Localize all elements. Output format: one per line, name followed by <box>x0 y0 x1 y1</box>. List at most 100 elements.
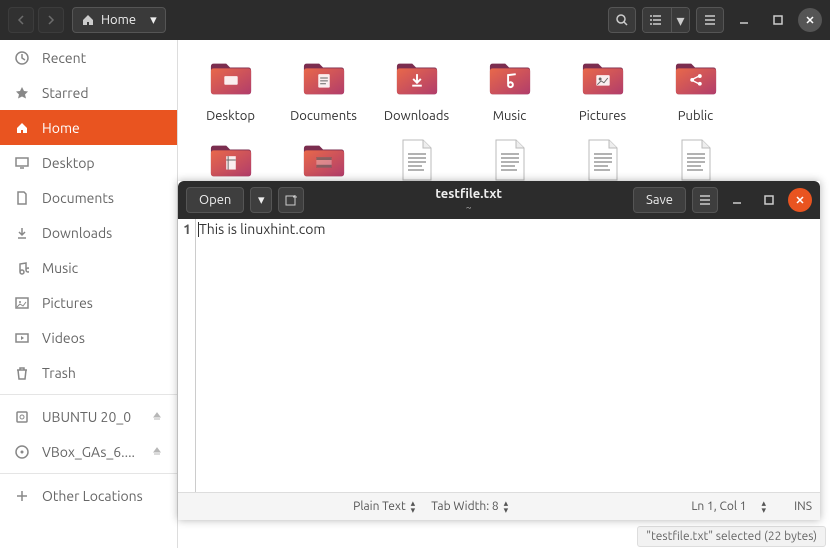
disc-icon <box>14 444 30 460</box>
sidebar-item-label: Home <box>42 120 80 136</box>
sidebar-item-label: Starred <box>42 85 89 101</box>
home-icon <box>81 13 95 27</box>
folder-icon <box>207 136 255 184</box>
new-tab-button[interactable] <box>278 187 304 213</box>
plus-icon <box>14 488 30 504</box>
folder-icon <box>393 54 441 102</box>
minimize-button[interactable] <box>730 7 758 33</box>
sidebar: Recent Starred Home Desktop Documents Downloa… <box>0 40 178 548</box>
chevron-down-icon: ▾ <box>150 13 157 28</box>
sidebar-drive[interactable]: UBUNTU 20_0 <box>0 399 177 434</box>
folder-icon <box>579 54 627 102</box>
sidebar-item-pictures[interactable]: Pictures <box>0 285 177 320</box>
sidebar-item-label: Music <box>42 260 78 276</box>
editor-textarea[interactable]: This is linuxhint.com <box>196 219 820 492</box>
desktop-icon <box>14 155 30 171</box>
language-selector[interactable]: Plain Text▴▾ <box>353 500 415 514</box>
editor-close-button[interactable] <box>788 188 812 212</box>
pic-icon <box>14 295 30 311</box>
cursor-position: Ln 1, Col 1▴▾ <box>691 500 766 514</box>
sidebar-item-label: VBox_GAs_6.... <box>42 444 135 460</box>
file-item[interactable]: Public <box>649 50 742 128</box>
location-bar[interactable]: Home ▾ <box>72 7 166 33</box>
file-item[interactable]: Music <box>463 50 556 128</box>
home-icon <box>14 120 30 136</box>
editor-maximize-button[interactable] <box>756 187 782 213</box>
txt-icon <box>672 136 720 184</box>
txt-icon <box>579 136 627 184</box>
statusbar: "testfile.txt" selected (22 bytes) <box>637 526 826 547</box>
sidebar-item-label: Pictures <box>42 295 93 311</box>
sidebar-item-videos[interactable]: Videos <box>0 320 177 355</box>
folder-icon <box>486 54 534 102</box>
save-button[interactable]: Save <box>633 187 686 213</box>
file-manager-titlebar: Home ▾ ▾ <box>0 0 830 40</box>
file-item[interactable]: Desktop <box>184 50 277 128</box>
file-item[interactable]: Documents <box>277 50 370 128</box>
sidebar-item-documents[interactable]: Documents <box>0 180 177 215</box>
file-label: Desktop <box>202 108 259 124</box>
view-mode-group: ▾ <box>642 7 690 33</box>
close-button[interactable] <box>798 8 822 32</box>
download-icon <box>14 225 30 241</box>
editor-titlebar: Open ▾ testfile.txt ~ Save <box>178 181 820 219</box>
editor-minimize-button[interactable] <box>724 187 750 213</box>
list-view-button[interactable] <box>643 8 671 32</box>
editor-statusbar: Plain Text▴▾ Tab Width: 8▴▾ Ln 1, Col 1▴… <box>178 492 820 520</box>
editor-title: testfile.txt ~ <box>310 187 627 212</box>
sidebar-item-label: Documents <box>42 190 114 206</box>
hamburger-menu-button[interactable] <box>696 7 724 33</box>
file-label: Pictures <box>575 108 630 124</box>
sidebar-item-label: Desktop <box>42 155 95 171</box>
text-editor-window: Open ▾ testfile.txt ~ Save 1 This is lin… <box>178 181 820 520</box>
sidebar-item-label: UBUNTU 20_0 <box>42 409 131 425</box>
folder-icon <box>300 54 348 102</box>
sidebar-item-starred[interactable]: Starred <box>0 75 177 110</box>
sidebar-item-home[interactable]: Home <box>0 110 177 145</box>
sidebar-other-locations[interactable]: Other Locations <box>0 478 177 513</box>
eject-icon[interactable] <box>151 446 163 458</box>
star-icon <box>14 85 30 101</box>
editor-body: 1 This is linuxhint.com <box>178 219 820 492</box>
nav-back-button[interactable] <box>8 7 34 33</box>
file-label: Downloads <box>380 108 453 124</box>
open-dropdown-button[interactable]: ▾ <box>250 187 272 213</box>
sidebar-item-label: Trash <box>42 365 76 381</box>
sidebar-drive[interactable]: VBox_GAs_6.... <box>0 434 177 469</box>
sidebar-item-label: Videos <box>42 330 85 346</box>
sidebar-item-music[interactable]: Music <box>0 250 177 285</box>
sidebar-item-label: Recent <box>42 50 86 66</box>
file-label: Music <box>489 108 531 124</box>
video-icon <box>14 330 30 346</box>
disk-icon <box>14 409 30 425</box>
doc-icon <box>14 190 30 206</box>
trash-icon <box>14 365 30 381</box>
open-button[interactable]: Open <box>186 187 244 213</box>
location-label: Home <box>101 13 136 27</box>
file-label: Public <box>674 108 717 124</box>
txt-icon <box>393 136 441 184</box>
folder-icon <box>207 54 255 102</box>
sidebar-item-recent[interactable]: Recent <box>0 40 177 75</box>
editor-hamburger-button[interactable] <box>692 187 718 213</box>
tabwidth-selector[interactable]: Tab Width: 8▴▾ <box>431 500 508 514</box>
status-text: "testfile.txt" selected (22 bytes) <box>646 530 817 543</box>
folder-icon <box>672 54 720 102</box>
txt-icon <box>486 136 534 184</box>
file-item[interactable]: Downloads <box>370 50 463 128</box>
sidebar-item-label: Other Locations <box>42 488 143 504</box>
sidebar-item-label: Downloads <box>42 225 112 241</box>
view-dropdown-button[interactable]: ▾ <box>671 8 689 32</box>
folder-icon <box>300 136 348 184</box>
eject-icon[interactable] <box>151 411 163 423</box>
sidebar-item-downloads[interactable]: Downloads <box>0 215 177 250</box>
search-button[interactable] <box>608 7 636 33</box>
insert-mode[interactable]: INS <box>794 500 812 513</box>
file-label: Documents <box>286 108 361 124</box>
file-item[interactable]: Pictures <box>556 50 649 128</box>
sidebar-item-desktop[interactable]: Desktop <box>0 145 177 180</box>
nav-forward-button[interactable] <box>38 7 64 33</box>
maximize-button[interactable] <box>764 7 792 33</box>
sidebar-item-trash[interactable]: Trash <box>0 355 177 390</box>
line-gutter: 1 <box>178 219 196 492</box>
